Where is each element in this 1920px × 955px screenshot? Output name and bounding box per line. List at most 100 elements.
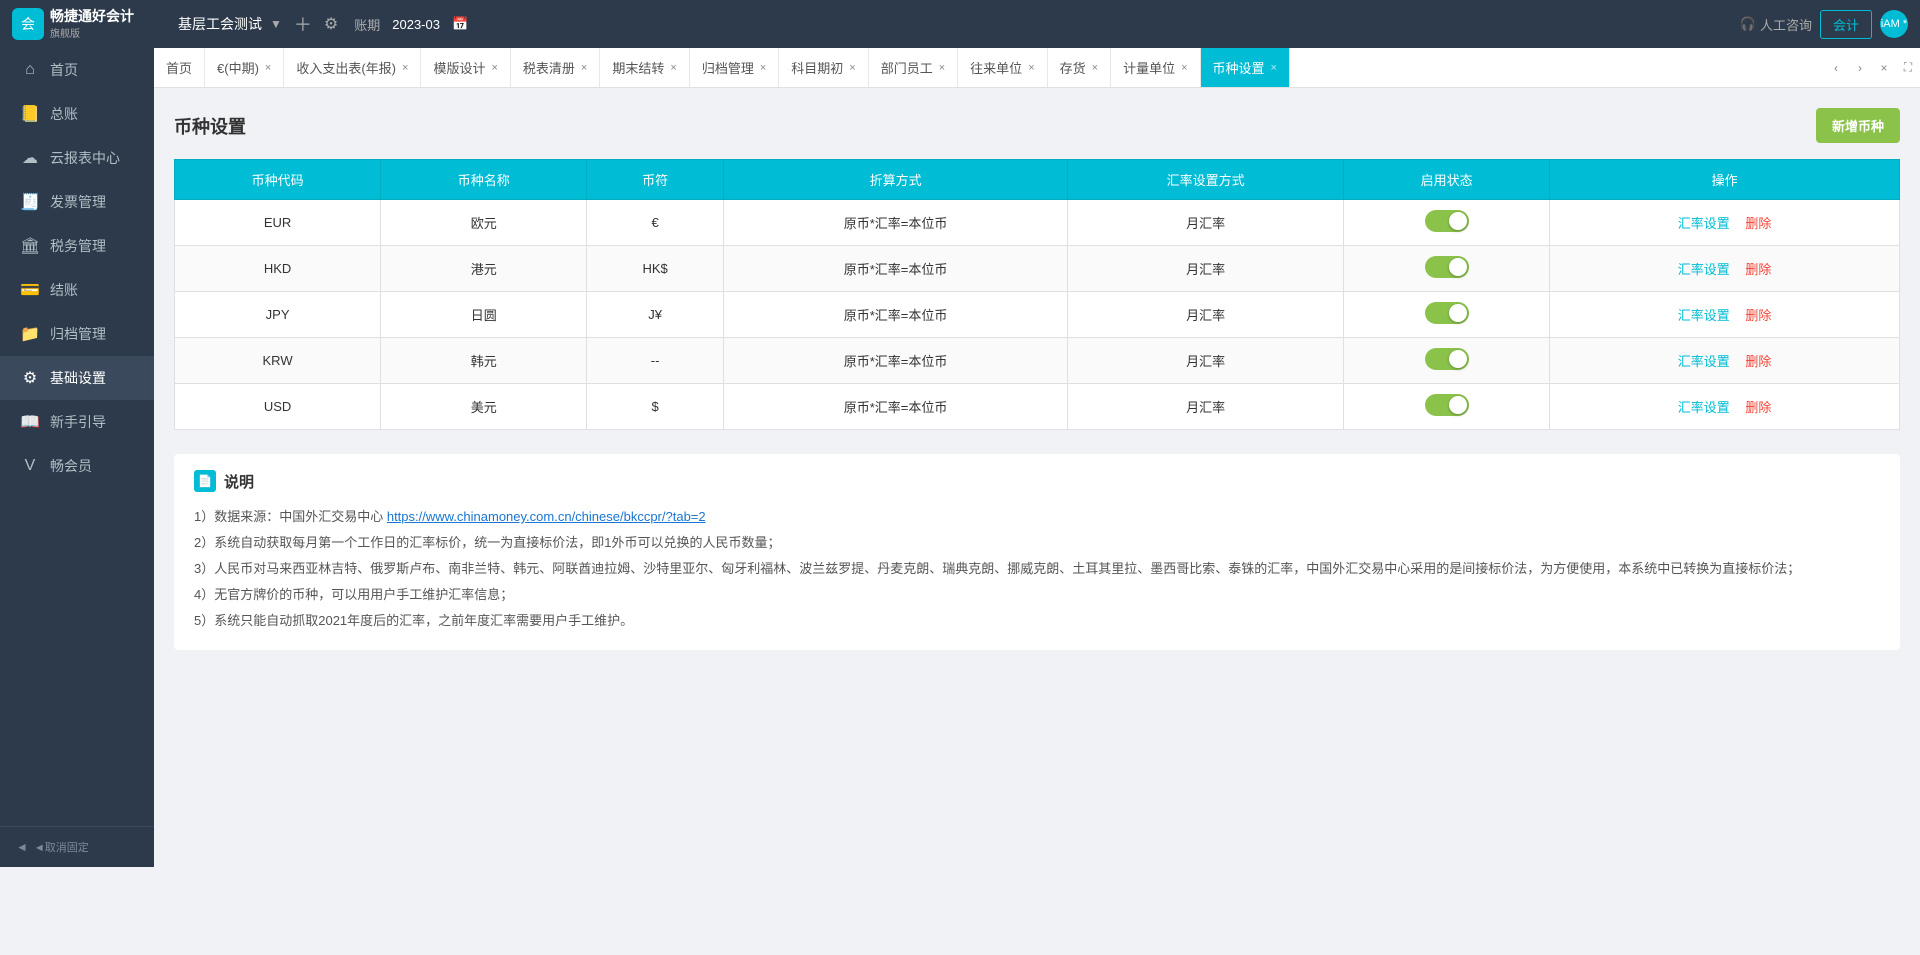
sidebar-label-home: 首页 <box>50 60 78 80</box>
tab-subject-initial[interactable]: 科目期初 × <box>779 48 868 88</box>
col-header-symbol: 币符 <box>587 160 724 200</box>
tab-expand-button[interactable]: ⛶ <box>1896 48 1920 88</box>
tab-close-tax[interactable]: × <box>581 62 587 74</box>
customer-service-button[interactable]: 🎧 人工咨询 <box>1740 15 1812 34</box>
col-header-calc: 折算方式 <box>723 160 1067 200</box>
tab-close-template[interactable]: × <box>491 62 497 74</box>
tab-actions: ‹ › × ⛶ <box>1824 48 1920 88</box>
delete-link-EUR[interactable]: 删除 <box>1745 216 1771 231</box>
cell-actions: 汇率设置 删除 <box>1550 384 1900 430</box>
logo-icon: 会 <box>12 8 44 40</box>
pin-label: ◄取消固定 <box>34 839 89 855</box>
tab-counterpart[interactable]: 往来单位 × <box>958 48 1047 88</box>
cell-enabled <box>1344 338 1550 384</box>
tab-close-currency[interactable]: × <box>1271 62 1277 74</box>
tab-archive[interactable]: 归档管理 × <box>690 48 779 88</box>
tab-department-staff[interactable]: 部门员工 × <box>869 48 958 88</box>
tab-tax-schedule[interactable]: 税表清册 × <box>511 48 600 88</box>
table-row: KRW 韩元 -- 原币*汇率=本位币 月汇率 汇率设置 删除 <box>175 338 1900 384</box>
sidebar-item-checkout[interactable]: 💳 结账 <box>0 268 154 312</box>
tax-icon: 🏛 <box>20 236 40 256</box>
tab-close-subject[interactable]: × <box>849 62 855 74</box>
sidebar-pin-toggle[interactable]: ◄ ◄取消固定 <box>0 826 154 867</box>
cell-rate-method: 月汇率 <box>1068 246 1344 292</box>
sidebar-item-general-ledger[interactable]: 📒 总账 <box>0 92 154 136</box>
guide-icon: 📖 <box>20 412 40 432</box>
new-currency-button[interactable]: 新增币种 <box>1816 108 1900 143</box>
tab-close-income-report[interactable]: × <box>402 62 408 74</box>
sidebar-item-invoice[interactable]: 🧾 发票管理 <box>0 180 154 224</box>
cell-actions: 汇率设置 删除 <box>1550 338 1900 384</box>
toggle-enabled-JPY[interactable] <box>1425 302 1469 324</box>
rate-settings-link-HKD[interactable]: 汇率设置 <box>1678 262 1730 277</box>
add-tab-button[interactable]: ＋ <box>294 11 312 37</box>
tab-inventory[interactable]: 存货 × <box>1048 48 1111 88</box>
kuaiji-button[interactable]: 会计 <box>1820 10 1872 39</box>
tab-unit[interactable]: 计量单位 × <box>1111 48 1200 88</box>
tab-currency-settings[interactable]: 币种设置 × <box>1201 48 1290 88</box>
notes-content: 1）数据来源：中国外汇交易中心 https://www.chinamoney.c… <box>194 504 1880 634</box>
tab-close-unit[interactable]: × <box>1181 62 1187 74</box>
cell-actions: 汇率设置 删除 <box>1550 200 1900 246</box>
sidebar-item-basic-settings[interactable]: ⚙ 基础设置 <box>0 356 154 400</box>
col-header-enabled: 启用状态 <box>1344 160 1550 200</box>
tab-close-middle-period[interactable]: × <box>265 62 271 74</box>
tab-income-report[interactable]: 收入支出表(年报) × <box>284 48 421 88</box>
notes-icon: 📄 <box>194 470 216 492</box>
note-item: 5）系统只能自动抓取2021年度后的汇率，之前年度汇率需要用户手工维护。 <box>194 608 1880 634</box>
delete-link-USD[interactable]: 删除 <box>1745 400 1771 415</box>
tab-label-inventory: 存货 <box>1060 58 1086 77</box>
sidebar-label-member: 畅会员 <box>50 456 92 476</box>
tab-close-all-button[interactable]: × <box>1872 48 1896 88</box>
tab-next-button[interactable]: › <box>1848 48 1872 88</box>
toggle-thumb <box>1449 304 1467 322</box>
tab-close-period-end[interactable]: × <box>670 62 676 74</box>
sidebar-item-member[interactable]: V 畅会员 <box>0 444 154 488</box>
tab-home[interactable]: 首页 <box>154 48 205 88</box>
toggle-enabled-KRW[interactable] <box>1425 348 1469 370</box>
calendar-icon[interactable]: 📅 <box>452 16 468 32</box>
logo-text: 畅捷通好会计 <box>50 8 134 25</box>
delete-link-HKD[interactable]: 删除 <box>1745 262 1771 277</box>
chinamoney-link[interactable]: https://www.chinamoney.com.cn/chinese/bk… <box>387 509 706 524</box>
tab-label-dept: 部门员工 <box>881 58 933 77</box>
sidebar-item-cloud-report[interactable]: ☁ 云报表中心 <box>0 136 154 180</box>
tab-template-design[interactable]: 模版设计 × <box>421 48 510 88</box>
member-icon: V <box>20 457 40 475</box>
company-name[interactable]: 基层工会测试 <box>178 14 262 34</box>
rate-settings-link-USD[interactable]: 汇率设置 <box>1678 400 1730 415</box>
sidebar-item-archive[interactable]: 📁 归档管理 <box>0 312 154 356</box>
toggle-enabled-EUR[interactable] <box>1425 210 1469 232</box>
sidebar-label-ledger: 总账 <box>50 104 78 124</box>
sidebar-item-guide[interactable]: 📖 新手引导 <box>0 400 154 444</box>
rate-settings-link-JPY[interactable]: 汇率设置 <box>1678 308 1730 323</box>
sidebar: ⌂ 首页 📒 总账 ☁ 云报表中心 🧾 发票管理 🏛 税务管理 💳 结账 📁 归… <box>0 48 154 867</box>
rate-settings-link-EUR[interactable]: 汇率设置 <box>1678 216 1730 231</box>
rate-settings-link-KRW[interactable]: 汇率设置 <box>1678 354 1730 369</box>
tab-close-dept[interactable]: × <box>939 62 945 74</box>
cloud-icon: ☁ <box>20 148 40 168</box>
tab-close-archive[interactable]: × <box>760 62 766 74</box>
notes-section: 📄 说明 1）数据来源：中国外汇交易中心 https://www.chinamo… <box>174 454 1900 650</box>
tab-middle-period[interactable]: €(中期) × <box>205 48 284 88</box>
delete-link-JPY[interactable]: 删除 <box>1745 308 1771 323</box>
delete-link-KRW[interactable]: 删除 <box>1745 354 1771 369</box>
dropdown-icon[interactable]: ▼ <box>270 17 282 31</box>
cell-enabled <box>1344 200 1550 246</box>
col-header-rate-method: 汇率设置方式 <box>1068 160 1344 200</box>
user-avatar[interactable]: iAM * <box>1880 10 1908 38</box>
cell-calc-method: 原币*汇率=本位币 <box>723 200 1067 246</box>
sidebar-item-home[interactable]: ⌂ 首页 <box>0 48 154 92</box>
tab-close-inventory[interactable]: × <box>1092 62 1098 74</box>
cell-name: 日圆 <box>381 292 587 338</box>
toggle-enabled-USD[interactable] <box>1425 394 1469 416</box>
tab-period-end[interactable]: 期末结转 × <box>600 48 689 88</box>
logo-sub: 旗舰版 <box>50 25 134 40</box>
sidebar-item-tax[interactable]: 🏛 税务管理 <box>0 224 154 268</box>
settings-icon[interactable]: ⚙ <box>324 14 338 34</box>
tab-close-counterpart[interactable]: × <box>1028 62 1034 74</box>
cell-enabled <box>1344 384 1550 430</box>
toggle-enabled-HKD[interactable] <box>1425 256 1469 278</box>
tab-prev-button[interactable]: ‹ <box>1824 48 1848 88</box>
cell-symbol: J¥ <box>587 292 724 338</box>
